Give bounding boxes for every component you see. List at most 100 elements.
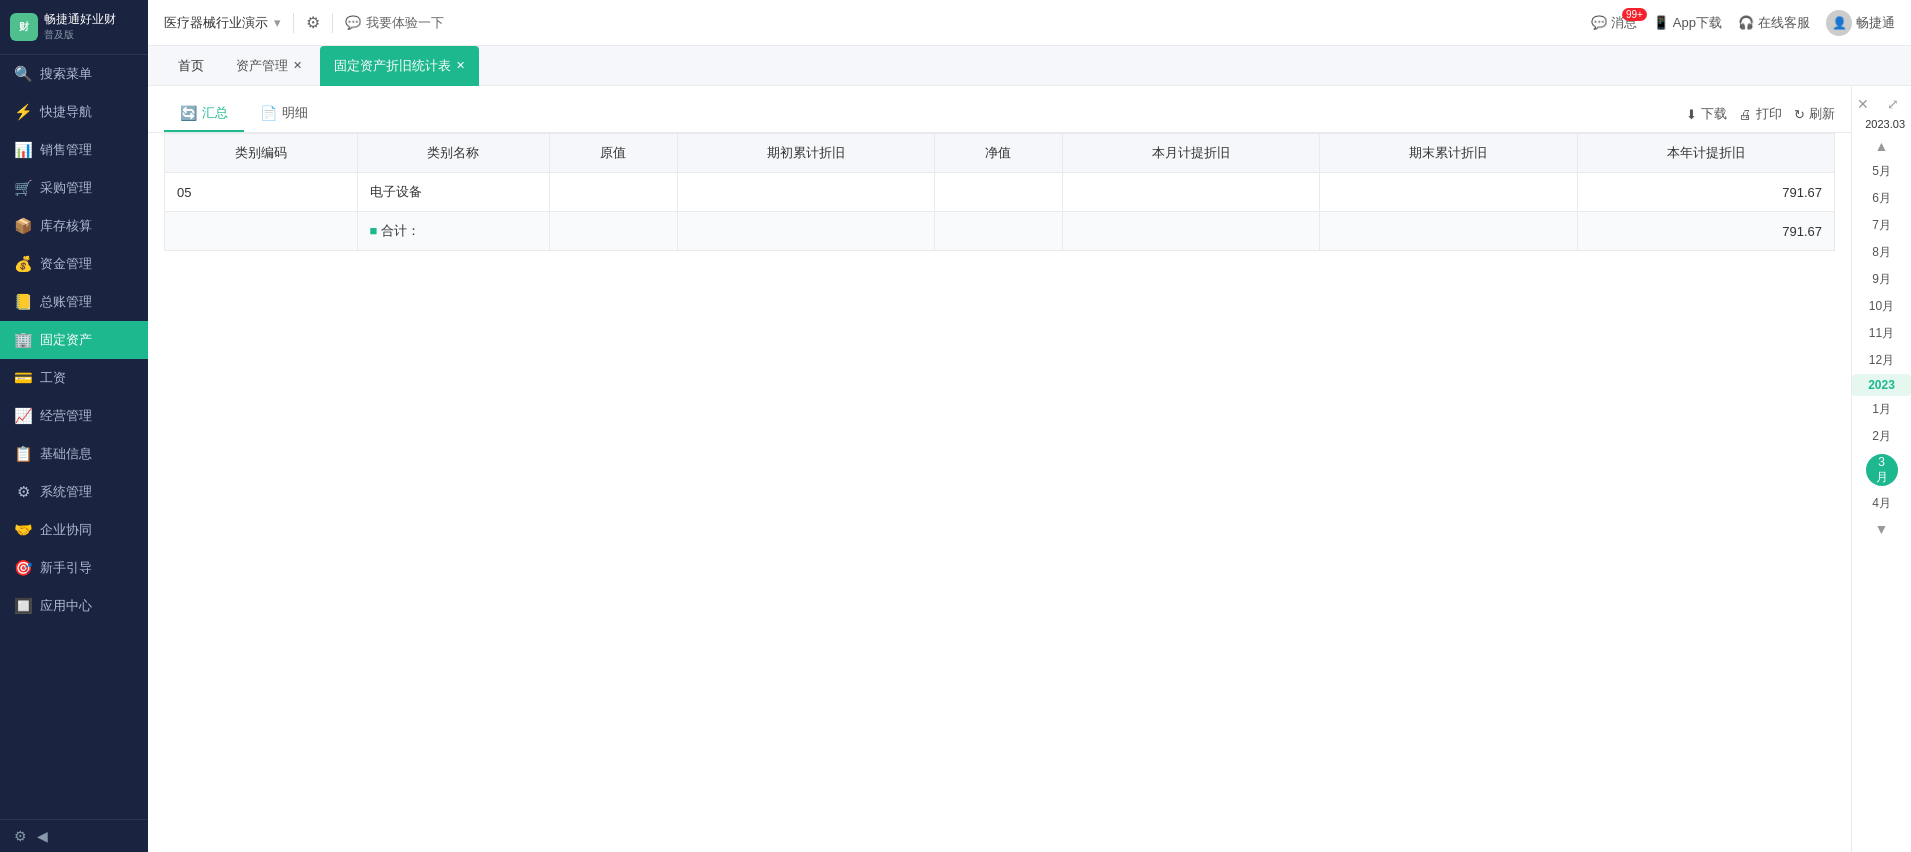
table-header-row: 类别编码 类别名称 原值 期初累计折旧 净值 本月计提折旧 期末累计折旧 本年计… <box>165 134 1835 173</box>
guide-icon: 🎯 <box>14 559 32 577</box>
sidebar-item-quicknav[interactable]: ⚡ 快捷导航 <box>0 93 148 131</box>
col-name: 类别名称 <box>357 134 550 173</box>
user-btn[interactable]: 👤 畅捷通 <box>1826 10 1895 36</box>
print-btn[interactable]: 🖨 打印 <box>1739 105 1782 123</box>
user-avatar: 👤 <box>1826 10 1852 36</box>
total-period-end <box>1320 212 1578 251</box>
download-icon: ⬇ <box>1686 107 1697 122</box>
sidebar-item-ledger[interactable]: 📒 总账管理 <box>0 283 148 321</box>
month-item-5[interactable]: 5月 <box>1852 158 1911 185</box>
detail-icon: 📄 <box>260 105 277 121</box>
sidebar-item-inventory[interactable]: 📦 库存核算 <box>0 207 148 245</box>
download-btn[interactable]: ⬇ 下载 <box>1686 105 1727 123</box>
topbar-right: 💬 消息 99+ 📱 App下载 🎧 在线客服 👤 畅捷通 <box>1591 10 1895 36</box>
refresh-btn[interactable]: ↻ 刷新 <box>1794 105 1835 123</box>
month-item-4[interactable]: 4月 <box>1852 490 1911 517</box>
table-wrap: 类别编码 类别名称 原值 期初累计折旧 净值 本月计提折旧 期末累计折旧 本年计… <box>148 133 1851 852</box>
year-item-2023[interactable]: 2023 <box>1852 374 1911 396</box>
topbar-settings-icon[interactable]: ⚙ <box>306 13 320 32</box>
panel-close-icon[interactable]: ✕ <box>1851 94 1877 114</box>
nav-down-btn[interactable]: ▼ <box>1852 517 1911 541</box>
row-original <box>550 173 678 212</box>
subtab-detail[interactable]: 📄 明细 <box>244 96 324 132</box>
topbar-divider <box>293 13 294 33</box>
month-item-9[interactable]: 9月 <box>1852 266 1911 293</box>
row-net <box>935 173 1063 212</box>
message-btn[interactable]: 💬 消息 99+ <box>1591 14 1637 32</box>
sidebar-item-apps[interactable]: 🔲 应用中心 <box>0 587 148 625</box>
settings-icon[interactable]: ⚙ <box>14 828 27 844</box>
service-icon: 🎧 <box>1738 15 1754 30</box>
tab-home[interactable]: 首页 <box>164 46 218 86</box>
month-item-6[interactable]: 6月 <box>1852 185 1911 212</box>
quicknav-icon: ⚡ <box>14 103 32 121</box>
month-item-12[interactable]: 12月 <box>1852 347 1911 374</box>
funds-icon: 💰 <box>14 255 32 273</box>
sidebar-logo: 财 畅捷通好业财 普及版 <box>0 0 148 55</box>
sidebar-item-guide[interactable]: 🎯 新手引导 <box>0 549 148 587</box>
topbar-divider2 <box>332 13 333 33</box>
collapse-icon[interactable]: ◀ <box>37 828 48 844</box>
month-item-3[interactable]: 3月 <box>1866 454 1898 486</box>
experience-btn[interactable]: 💬 我要体验一下 <box>345 14 444 32</box>
app-logo-icon: 财 <box>10 13 38 41</box>
sidebar-item-label-search: 搜索菜单 <box>40 65 92 83</box>
subtab-summary[interactable]: 🔄 汇总 <box>164 96 244 132</box>
tab-assets-close[interactable]: ✕ <box>293 59 302 72</box>
apps-icon: 🔲 <box>14 597 32 615</box>
row-year-dep: 791.67 <box>1577 173 1835 212</box>
tab-depreciation[interactable]: 固定资产折旧统计表 ✕ <box>320 46 479 86</box>
month-item-11[interactable]: 11月 <box>1852 320 1911 347</box>
total-period-start <box>677 212 935 251</box>
content-main: 🔄 汇总 📄 明细 ⬇ 下载 🖨 打印 <box>148 86 1851 852</box>
sidebar-item-basic[interactable]: 📋 基础信息 <box>0 435 148 473</box>
summary-icon: 🔄 <box>180 105 197 121</box>
panel-expand-icon[interactable]: ⤢ <box>1879 94 1907 114</box>
sidebar-item-cooperation[interactable]: 🤝 企业协同 <box>0 511 148 549</box>
purchase-icon: 🛒 <box>14 179 32 197</box>
month-item-8[interactable]: 8月 <box>1852 239 1911 266</box>
table-total-row: ■合计： 791.67 <box>165 212 1835 251</box>
month-item-2[interactable]: 2月 <box>1852 423 1911 450</box>
tab-depreciation-close[interactable]: ✕ <box>456 59 465 72</box>
main-area: 医疗器械行业演示 ▾ ⚙ 💬 我要体验一下 💬 消息 99+ 📱 App下载 🎧… <box>148 0 1911 852</box>
total-month-dep <box>1062 212 1320 251</box>
sidebar-item-management[interactable]: 📈 经营管理 <box>0 397 148 435</box>
sidebar-item-label-basic: 基础信息 <box>40 445 92 463</box>
sidebar-item-label-system: 系统管理 <box>40 483 92 501</box>
sidebar-item-search[interactable]: 🔍 搜索菜单 <box>0 55 148 93</box>
salary-icon: 💳 <box>14 369 32 387</box>
sidebar-item-label-purchase: 采购管理 <box>40 179 92 197</box>
sidebar-item-fixed[interactable]: 🏢 固定资产 <box>0 321 148 359</box>
month-item-10[interactable]: 10月 <box>1852 293 1911 320</box>
col-original: 原值 <box>550 134 678 173</box>
app-label: App下载 <box>1673 14 1722 32</box>
nav-up-btn[interactable]: ▲ <box>1852 134 1911 158</box>
sidebar-item-label-quicknav: 快捷导航 <box>40 103 92 121</box>
total-net <box>935 212 1063 251</box>
month-item-7[interactable]: 7月 <box>1852 212 1911 239</box>
app-download-btn[interactable]: 📱 App下载 <box>1653 14 1722 32</box>
chevron-down-icon: ▾ <box>274 15 281 30</box>
tabbar: 首页 资产管理 ✕ 固定资产折旧统计表 ✕ <box>148 46 1911 86</box>
month-item-1[interactable]: 1月 <box>1852 396 1911 423</box>
basic-icon: 📋 <box>14 445 32 463</box>
right-panel: ✕ ⤢ 2023.03 ▲ 5月 6月 7月 8月 9月 10月 11月 12月… <box>1851 86 1911 852</box>
sidebar-item-label-salary: 工资 <box>40 369 66 387</box>
tab-depreciation-label: 固定资产折旧统计表 <box>334 57 451 75</box>
sidebar-item-purchase[interactable]: 🛒 采购管理 <box>0 169 148 207</box>
subtab-summary-label: 汇总 <box>202 104 228 122</box>
system-icon: ⚙ <box>14 483 32 501</box>
app-name: 畅捷通好业财 <box>44 12 116 28</box>
app-icon: 📱 <box>1653 15 1669 30</box>
total-label: ■合计： <box>357 212 550 251</box>
sidebar-item-funds[interactable]: 💰 资金管理 <box>0 245 148 283</box>
col-period-end: 期末累计折旧 <box>1320 134 1578 173</box>
sidebar-item-system[interactable]: ⚙ 系统管理 <box>0 473 148 511</box>
sidebar-item-sales[interactable]: 📊 销售管理 <box>0 131 148 169</box>
col-code: 类别编码 <box>165 134 358 173</box>
sidebar-item-salary[interactable]: 💳 工资 <box>0 359 148 397</box>
service-btn[interactable]: 🎧 在线客服 <box>1738 14 1810 32</box>
tab-assets[interactable]: 资产管理 ✕ <box>222 46 316 86</box>
company-selector[interactable]: 医疗器械行业演示 ▾ <box>164 14 281 32</box>
